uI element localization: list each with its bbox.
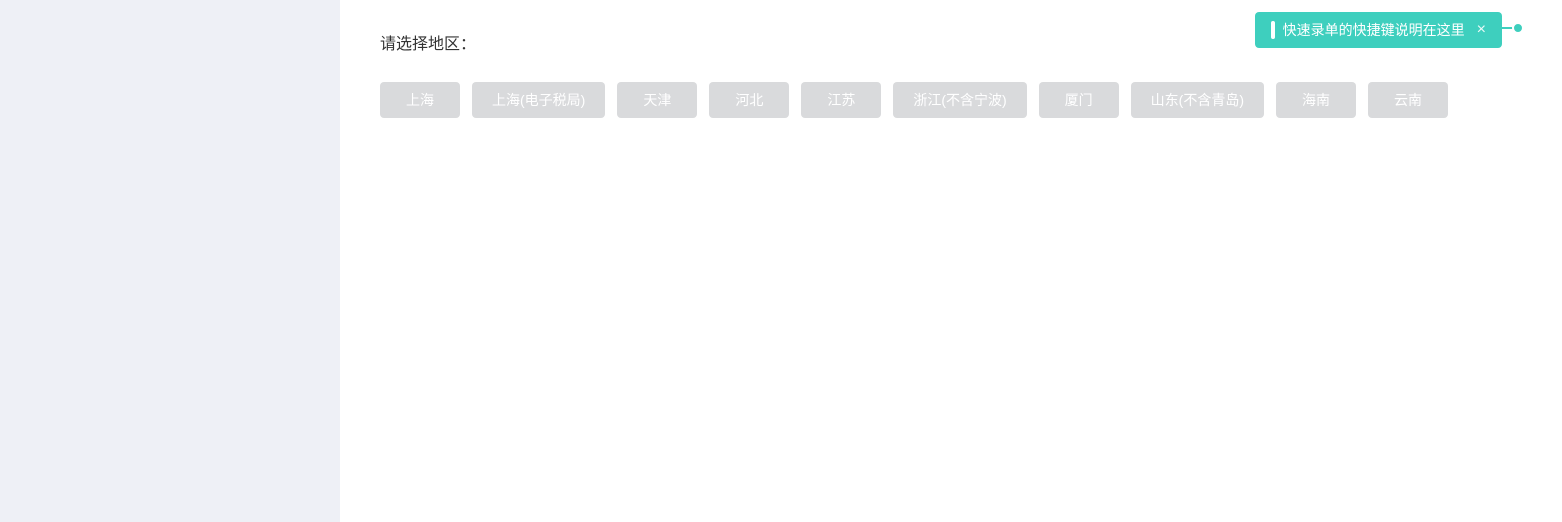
tooltip-banner: 快速录单的快捷键说明在这里 × (1255, 12, 1502, 48)
region-btn-tianjin[interactable]: 天津 (617, 82, 697, 118)
region-btn-shandong[interactable]: 山东(不含青岛) (1131, 82, 1264, 118)
sidebar (0, 0, 340, 522)
region-btn-zhejiang[interactable]: 浙江(不含宁波) (893, 82, 1026, 118)
region-btn-shanghai-etax[interactable]: 上海(电子税局) (472, 82, 605, 118)
region-btn-shanghai[interactable]: 上海 (380, 82, 460, 118)
region-btn-jiangsu[interactable]: 江苏 (801, 82, 881, 118)
tooltip-bar (1271, 21, 1275, 39)
region-btn-yunnan[interactable]: 云南 (1368, 82, 1448, 118)
close-icon[interactable]: × (1477, 21, 1486, 39)
main-content: 请选择地区： 上海上海(电子税局)天津河北江苏浙江(不含宁波)厦门山东(不含青岛… (340, 0, 1562, 522)
tooltip-text: 快速录单的快捷键说明在这里 (1283, 20, 1465, 40)
region-btn-xiamen[interactable]: 厦门 (1039, 82, 1119, 118)
region-btn-hainan[interactable]: 海南 (1276, 82, 1356, 118)
tooltip-dot (1512, 22, 1524, 34)
region-buttons: 上海上海(电子税局) 天津河北江苏浙江(不含宁波) 厦门山东(不含青岛) 海南云南 (380, 82, 1522, 118)
region-btn-hebei[interactable]: 河北 (709, 82, 789, 118)
